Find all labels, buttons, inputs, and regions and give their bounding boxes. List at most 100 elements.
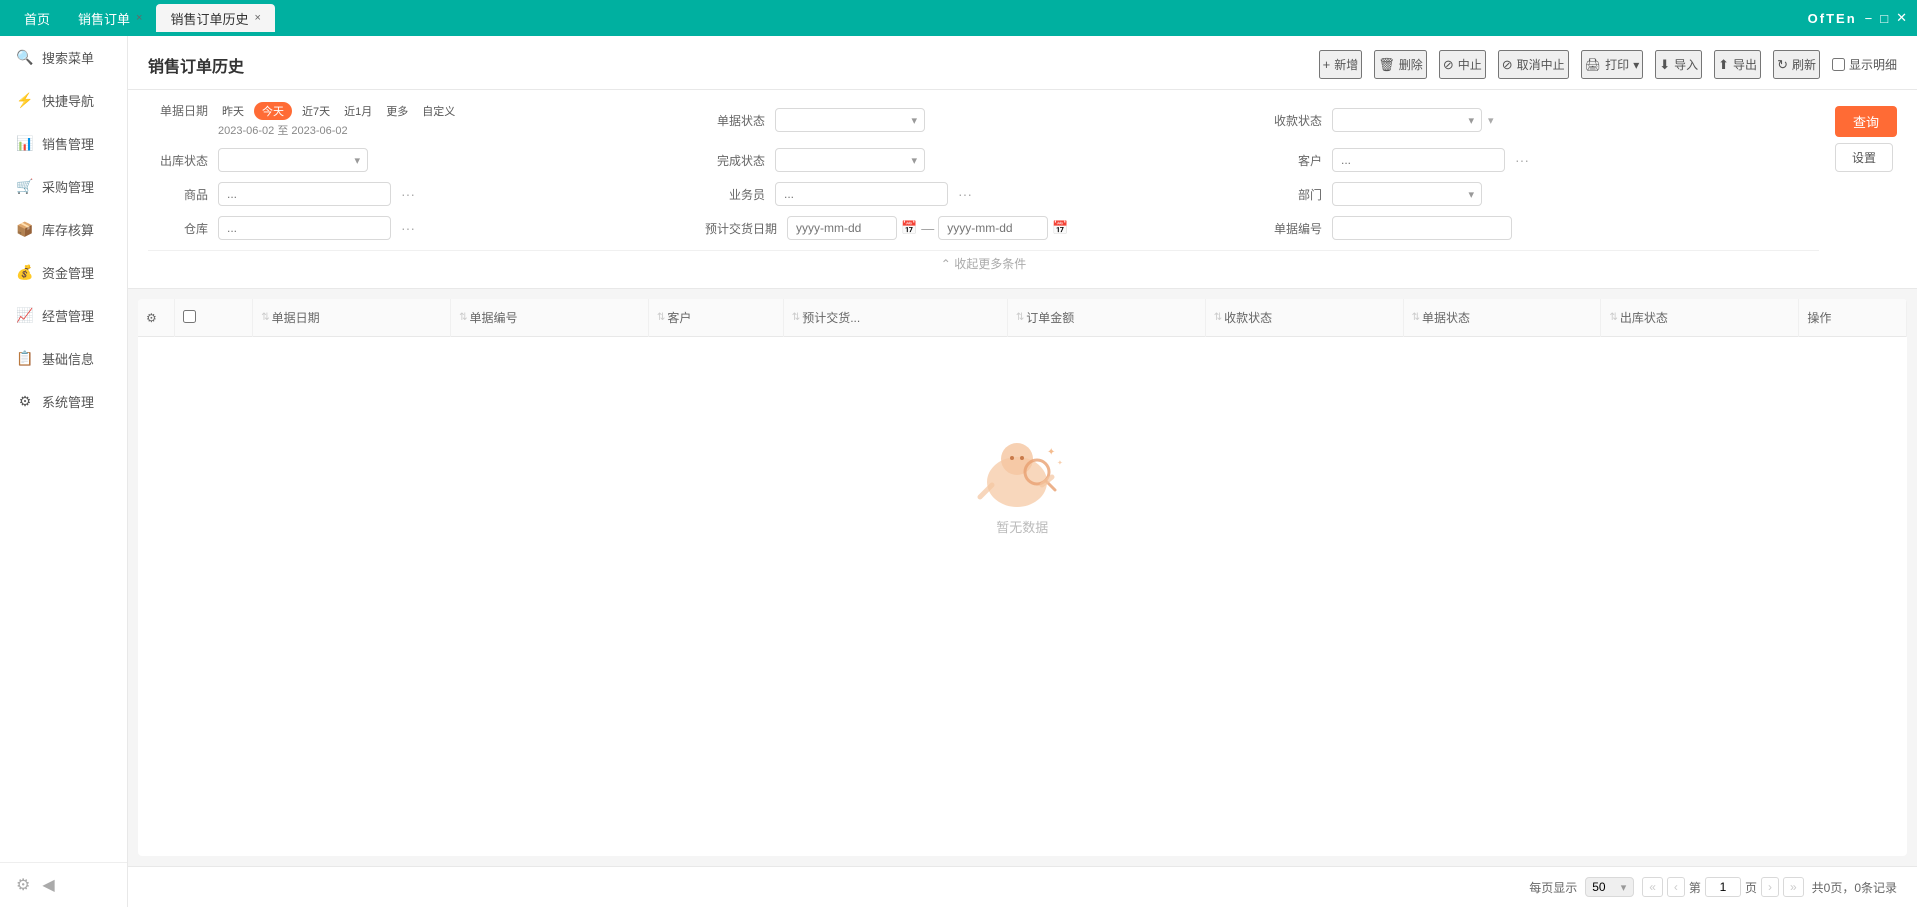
minimize-btn[interactable]: − [1865,11,1873,26]
first-page-btn[interactable]: « [1642,877,1663,897]
sidebar-item-quicknav[interactable]: ⚡ 快捷导航 [0,79,127,122]
close-btn[interactable]: ✕ [1896,10,1907,26]
sidebar-item-search[interactable]: 🔍 搜索菜单 [0,36,127,79]
calendar-start-icon[interactable]: 📅 [901,220,917,236]
import-button[interactable]: ⬇ 导入 [1655,50,1702,79]
purchase-icon: 🛒 [16,178,34,195]
next-page-btn[interactable]: › [1761,877,1779,897]
print-button[interactable]: 🖨 打印 ▾ [1581,50,1644,79]
brand-label: OfTEn [1808,11,1857,26]
payment-status-select[interactable] [1332,108,1482,132]
sort-no[interactable]: 单据编号 [459,309,640,326]
out-status-select[interactable] [218,148,368,172]
filter-department-cell: 部门 [1262,182,1819,206]
select-all-checkbox[interactable] [183,310,196,323]
bill-no-input[interactable] [1332,216,1512,240]
export-button[interactable]: ⬆ 导出 [1714,50,1761,79]
empty-state: ✦ ✦ 暂无数据 [138,337,1907,616]
product-more-btn[interactable]: ··· [397,186,419,202]
date-more[interactable]: 更多 [382,102,412,120]
payment-status-select-wrapper [1332,108,1482,132]
sidebar-item-purchase[interactable]: 🛒 采购管理 [0,165,127,208]
bill-status-select[interactable] [775,108,925,132]
prev-page-btn[interactable]: ‹ [1667,877,1685,897]
refresh-button[interactable]: ↻ 刷新 [1773,50,1820,79]
new-label: 新增 [1334,56,1358,73]
th-out-status[interactable]: 出库状态 [1601,299,1799,337]
salesperson-label: 业务员 [705,186,765,203]
date-custom[interactable]: 自定义 [418,102,459,120]
page-size-select[interactable]: 10 20 50 100 [1585,877,1634,897]
filter-payment-status-cell: 收款状态 ▾ [1262,108,1819,132]
filter-row-1: 单据日期 昨天 今天 近7天 近1月 更多 自定义 2 [148,102,1819,138]
warehouse-input[interactable] [218,216,391,240]
th-bill-status[interactable]: 单据状态 [1403,299,1601,337]
sidebar-item-inventory[interactable]: 📦 库存核算 [0,208,127,251]
maximize-btn[interactable]: □ [1880,11,1888,26]
tab-home[interactable]: 首页 [10,4,64,32]
warehouse-more-btn[interactable]: ··· [397,220,419,236]
department-select[interactable] [1332,182,1482,206]
sidebar-item-operations[interactable]: 📈 经营管理 [0,294,127,337]
th-customer[interactable]: 客户 [648,299,783,337]
show-detail-checkbox[interactable] [1832,58,1845,71]
salesperson-input[interactable] [775,182,948,206]
sort-out-status[interactable]: 出库状态 [1609,309,1790,326]
tab-sales-history-close[interactable]: × [254,12,260,24]
sidebar-item-system[interactable]: ⚙ 系统管理 [0,380,127,423]
layout: 🔍 搜索菜单 ⚡ 快捷导航 📊 销售管理 🛒 采购管理 📦 库存核算 💰 资金管… [0,36,1917,907]
customer-more-btn[interactable]: ··· [1511,152,1533,168]
complete-status-select[interactable] [775,148,925,172]
query-button[interactable]: 查询 [1835,106,1897,137]
page-number-input[interactable] [1705,877,1741,897]
th-amount[interactable]: 订单金额 [1007,299,1205,337]
th-settings[interactable]: ⚙ [138,299,174,337]
collapse-button[interactable]: ⌃ 收起更多条件 [941,255,1026,272]
sort-bill-status[interactable]: 单据状态 [1412,309,1593,326]
setting-button[interactable]: 设置 [1835,143,1893,172]
table-settings-icon[interactable]: ⚙ [146,311,157,325]
delivery-start-input[interactable] [787,216,897,240]
cancel-stop-label: 取消中止 [1517,56,1565,73]
sort-delivery[interactable]: 预计交货... [792,309,999,326]
sort-customer[interactable]: 客户 [657,309,775,326]
last-page-btn[interactable]: » [1783,877,1804,897]
stop-button[interactable]: ⊘ 中止 [1439,50,1486,79]
sort-date[interactable]: 单据日期 [261,309,442,326]
sort-amount[interactable]: 订单金额 [1016,309,1197,326]
delete-button[interactable]: 🗑 删除 [1374,50,1427,79]
th-checkbox[interactable] [174,299,253,337]
sidebar-item-sales[interactable]: 📊 销售管理 [0,122,127,165]
tab-sales-order-close[interactable]: × [136,12,142,24]
th-date[interactable]: 单据日期 [253,299,451,337]
new-button[interactable]: + 新增 [1319,50,1363,79]
filter-row-4: 仓库 ··· 预计交货日期 📅 — 📅 [148,216,1819,240]
th-no-label: 单据编号 [469,309,517,326]
calendar-end-icon[interactable]: 📅 [1052,220,1068,236]
tab-sales-order[interactable]: 销售订单 × [64,4,156,32]
date-yesterday[interactable]: 昨天 [218,102,248,120]
th-no[interactable]: 单据编号 [451,299,649,337]
th-delivery[interactable]: 预计交货... [783,299,1007,337]
product-input[interactable] [218,182,391,206]
date-last1m[interactable]: 近1月 [340,102,376,120]
date-today[interactable]: 今天 [254,102,292,120]
sidebar-item-finance-label: 资金管理 [42,263,94,282]
th-payment[interactable]: 收款状态 [1205,299,1403,337]
empty-illustration: ✦ ✦ [962,417,1082,517]
sidebar-item-finance[interactable]: 💰 资金管理 [0,251,127,294]
delivery-end-input[interactable] [938,216,1048,240]
sort-payment[interactable]: 收款状态 [1214,309,1395,326]
customer-input[interactable] [1332,148,1505,172]
cancel-stop-button[interactable]: ⊘ 取消中止 [1498,50,1569,79]
salesperson-more-btn[interactable]: ··· [954,186,976,202]
stop-label: 中止 [1458,56,1482,73]
table-body: ✦ ✦ 暂无数据 [138,337,1907,617]
sidebar-collapse-icon[interactable]: ◀ [42,875,54,895]
date-last7[interactable]: 近7天 [298,102,334,120]
sidebar-item-baseinfo[interactable]: 📋 基础信息 [0,337,127,380]
show-detail-checkbox-label: 显示明细 [1832,56,1897,73]
sidebar-settings-icon[interactable]: ⚙ [16,875,30,895]
tab-sales-history[interactable]: 销售订单历史 × [156,4,274,32]
window-controls: OfTEn − □ ✕ [1808,10,1907,26]
